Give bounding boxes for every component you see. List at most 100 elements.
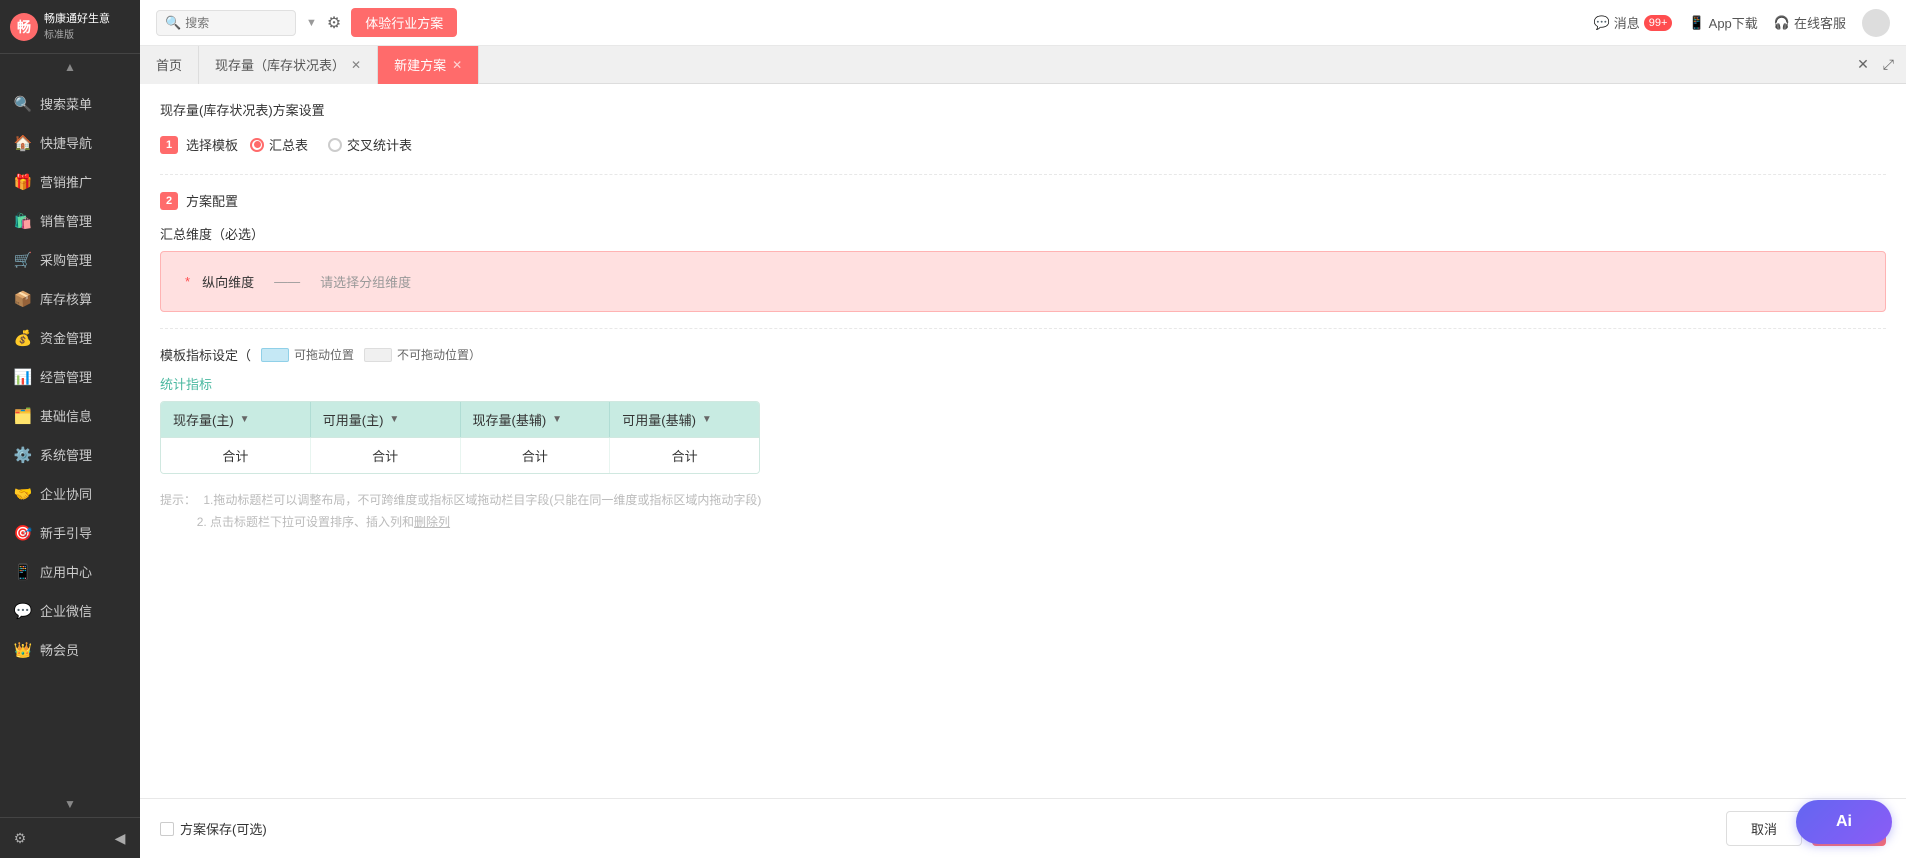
message-label: 消息 bbox=[1614, 13, 1640, 32]
cancel-button[interactable]: 取消 bbox=[1726, 811, 1802, 846]
movable-indicator-box bbox=[261, 348, 289, 362]
topbar: 🔍 ▼ ⚙ 体验行业方案 💬 消息 99+ 📱 App下载 🎧 在线客服 bbox=[140, 0, 1906, 46]
message-btn[interactable]: 💬 消息 99+ bbox=[1594, 13, 1673, 32]
tab-expand-btn[interactable]: ⤢ bbox=[1879, 52, 1898, 77]
sidebar-item-new_user[interactable]: 🎯 新手引导 bbox=[0, 513, 140, 552]
tab-new-plan[interactable]: 新建方案 ✕ bbox=[378, 46, 479, 84]
stats-col-chevron-0[interactable]: ▼ bbox=[240, 414, 250, 425]
dim-dash: —— bbox=[274, 274, 300, 289]
sidebar-item-search[interactable]: 🔍 搜索菜单 bbox=[0, 84, 140, 123]
step1-badge: 1 bbox=[160, 136, 178, 154]
sidebar-item-operations[interactable]: 📊 经营管理 bbox=[0, 357, 140, 396]
sidebar-logo: 畅 畅康通好生意 标准版 bbox=[0, 0, 140, 54]
section-choose-template: 1 选择模板 汇总表 交叉统计表 bbox=[160, 135, 1886, 154]
vertical-dim-text: 纵向维度 bbox=[202, 272, 254, 291]
tab-inventory[interactable]: 现存量（库存状况表） ✕ bbox=[199, 46, 378, 84]
nav-label-inventory_check: 库存核算 bbox=[40, 289, 92, 308]
stats-table: 现存量(主) ▼ 可用量(主) ▼ 现存量(基辅) ▼ 可用量(基辅) ▼ 合计… bbox=[160, 401, 760, 474]
sidebar-scroll-down[interactable]: ▼ bbox=[0, 791, 140, 817]
page-title: 现存量(库存状况表)方案设置 bbox=[160, 100, 1886, 119]
stats-header-cell-1[interactable]: 可用量(主) ▼ bbox=[311, 402, 461, 437]
radio-cross[interactable]: 交叉统计表 bbox=[328, 135, 412, 154]
content-area: 现存量(库存状况表)方案设置 1 选择模板 汇总表 交叉统计表 bbox=[140, 84, 1906, 858]
nav-icon-search: 🔍 bbox=[14, 95, 32, 113]
headset-icon: 🎧 bbox=[1774, 15, 1790, 31]
search-dropdown-arrow[interactable]: ▼ bbox=[306, 17, 317, 29]
online-service-label: 在线客服 bbox=[1794, 13, 1846, 32]
tab-inventory-close[interactable]: ✕ bbox=[351, 58, 361, 72]
ai-btn-label: Ai bbox=[1836, 813, 1852, 831]
tips-section: 提示： 1.拖动标题栏可以调整布局，不可跨维度或指标区域拖动栏目字段(只能在同一… bbox=[160, 490, 1886, 533]
divider2 bbox=[160, 328, 1886, 329]
sidebar-item-system[interactable]: ⚙️ 系统管理 bbox=[0, 435, 140, 474]
nav-icon-member: 👑 bbox=[14, 641, 32, 659]
settings-icon[interactable]: ⚙ bbox=[8, 826, 32, 850]
sidebar-item-finance[interactable]: 💰 资金管理 bbox=[0, 318, 140, 357]
save-checkbox-row: 方案保存(可选) bbox=[160, 819, 267, 838]
tip-2: 2. 点击标题栏下拉可设置排序、插入列和删除列 bbox=[160, 512, 1886, 534]
stats-table-header: 现存量(主) ▼ 可用量(主) ▼ 现存量(基辅) ▼ 可用量(基辅) ▼ bbox=[161, 402, 759, 437]
nav-label-wechat: 企业微信 bbox=[40, 601, 92, 620]
topbar-left: 🔍 ▼ ⚙ 体验行业方案 bbox=[156, 8, 457, 37]
user-avatar[interactable] bbox=[1862, 9, 1890, 37]
tab-new-plan-close[interactable]: ✕ bbox=[452, 58, 462, 72]
fixed-indicator-box bbox=[364, 348, 392, 362]
sidebar-item-sales[interactable]: 🛍️ 销售管理 bbox=[0, 201, 140, 240]
nav-icon-system: ⚙️ bbox=[14, 446, 32, 464]
movable-indicator-demo: 可拖动位置 bbox=[261, 346, 354, 363]
nav-label-cooperation: 企业协同 bbox=[40, 484, 92, 503]
sidebar-item-cooperation[interactable]: 🤝 企业协同 bbox=[0, 474, 140, 513]
topbar-settings-icon[interactable]: ⚙ bbox=[327, 13, 341, 33]
sidebar-scroll-up[interactable]: ▲ bbox=[0, 54, 140, 80]
tabbar-right: ✕ ⤢ bbox=[1853, 52, 1906, 77]
stats-col-label-2: 现存量(基辅) bbox=[473, 410, 547, 429]
sidebar-item-marketing[interactable]: 🎁 营销推广 bbox=[0, 162, 140, 201]
try-industry-btn[interactable]: 体验行业方案 bbox=[351, 8, 457, 37]
ai-float-btn[interactable]: Ai bbox=[1796, 800, 1892, 844]
stats-label: 统计指标 bbox=[160, 374, 1886, 393]
radio-summary-circle[interactable] bbox=[250, 138, 264, 152]
radio-summary-label: 汇总表 bbox=[269, 135, 308, 154]
indicator-label-text: 模板指标设定（ bbox=[160, 345, 251, 364]
search-input[interactable] bbox=[185, 16, 275, 30]
stats-body-cell-1: 合计 bbox=[311, 438, 461, 473]
radio-summary[interactable]: 汇总表 bbox=[250, 135, 308, 154]
required-star: * bbox=[185, 274, 190, 289]
dimension-label: 汇总维度（必选） bbox=[160, 224, 1886, 243]
stats-col-chevron-3[interactable]: ▼ bbox=[702, 414, 712, 425]
section-plan-config: 2 方案配置 汇总维度（必选） * 纵向维度 —— 请选择分组维度 模板指标设定… bbox=[160, 191, 1886, 533]
dim-placeholder[interactable]: 请选择分组维度 bbox=[320, 272, 411, 291]
stats-header-cell-3[interactable]: 可用量(基辅) ▼ bbox=[610, 402, 759, 437]
save-checkbox[interactable] bbox=[160, 822, 174, 836]
stats-body-cell-0: 合计 bbox=[161, 438, 311, 473]
radio-cross-circle[interactable] bbox=[328, 138, 342, 152]
sidebar-item-wechat[interactable]: 💬 企业微信 bbox=[0, 591, 140, 630]
sidebar-item-shortcut[interactable]: 🏠 快捷导航 bbox=[0, 123, 140, 162]
section2-header: 2 方案配置 bbox=[160, 191, 1886, 210]
stats-header-cell-2[interactable]: 现存量(基辅) ▼ bbox=[461, 402, 611, 437]
nav-label-finance: 资金管理 bbox=[40, 328, 92, 347]
nav-label-system: 系统管理 bbox=[40, 445, 92, 464]
sidebar-item-purchase[interactable]: 🛒 采购管理 bbox=[0, 240, 140, 279]
stats-header-cell-0[interactable]: 现存量(主) ▼ bbox=[161, 402, 311, 437]
sidebar-item-app_center[interactable]: 📱 应用中心 bbox=[0, 552, 140, 591]
collapse-icon[interactable]: ◀ bbox=[108, 826, 132, 850]
nav-icon-inventory_check: 📦 bbox=[14, 290, 32, 308]
dimension-box[interactable]: * 纵向维度 —— 请选择分组维度 bbox=[160, 251, 1886, 312]
stats-col-chevron-1[interactable]: ▼ bbox=[389, 414, 399, 425]
search-bar[interactable]: 🔍 bbox=[156, 10, 296, 36]
nav-icon-app_center: 📱 bbox=[14, 563, 32, 581]
tab-close-window-btn[interactable]: ✕ bbox=[1853, 52, 1873, 77]
stats-col-chevron-2[interactable]: ▼ bbox=[552, 414, 562, 425]
sidebar-item-basic[interactable]: 🗂️ 基础信息 bbox=[0, 396, 140, 435]
template-radio-group: 汇总表 交叉统计表 bbox=[250, 135, 412, 154]
nav-label-purchase: 采购管理 bbox=[40, 250, 92, 269]
sidebar-item-inventory_check[interactable]: 📦 库存核算 bbox=[0, 279, 140, 318]
search-icon: 🔍 bbox=[165, 15, 181, 31]
sidebar-item-member[interactable]: 👑 畅会员 bbox=[0, 630, 140, 669]
tab-home[interactable]: 首页 bbox=[140, 46, 199, 84]
online-service-btn[interactable]: 🎧 在线客服 bbox=[1774, 13, 1846, 32]
indicators-row: 模板指标设定（ 可拖动位置 不可拖动位置） bbox=[160, 345, 1886, 364]
app-download-btn[interactable]: 📱 App下载 bbox=[1688, 13, 1757, 32]
tab-home-label: 首页 bbox=[156, 55, 182, 74]
